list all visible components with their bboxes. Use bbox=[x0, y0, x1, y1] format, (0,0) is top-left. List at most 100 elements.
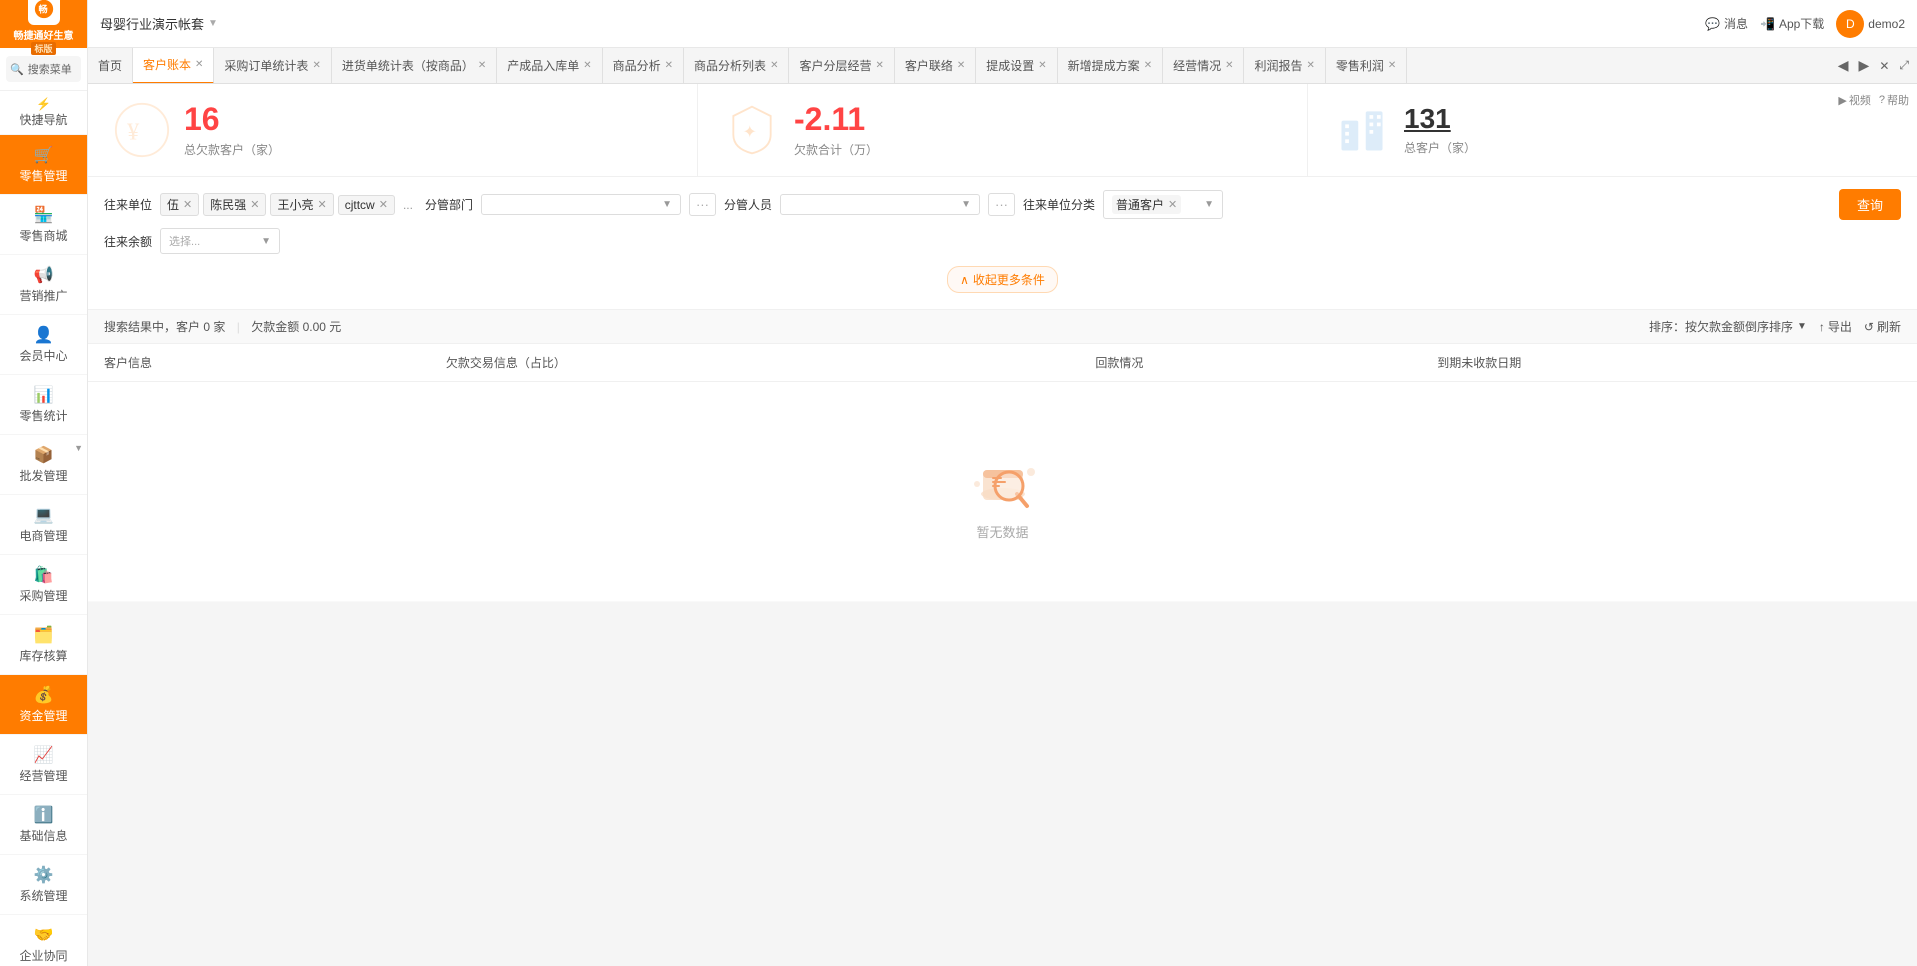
help-button[interactable]: ? 帮助 bbox=[1879, 92, 1909, 108]
tab-close-product-list[interactable]: ✕ bbox=[770, 60, 778, 71]
version-selector[interactable]: 母婴行业演示帐套 ▼ bbox=[100, 14, 218, 33]
topbar-left: 母婴行业演示帐套 ▼ bbox=[100, 14, 218, 33]
unit-tag-wang-close[interactable]: ✕ bbox=[318, 198, 327, 211]
tab-close-purchase-detail[interactable]: ✕ bbox=[478, 60, 486, 71]
topbar-right: 💬 消息 📲 App下载 D demo2 bbox=[1705, 10, 1905, 38]
tab-close-operations[interactable]: ✕ bbox=[1225, 60, 1233, 71]
unit-tag-wu-close[interactable]: ✕ bbox=[183, 198, 192, 211]
collapse-area: ∧ 收起更多条件 bbox=[104, 262, 1901, 297]
sidebar-item-member-center[interactable]: 👤 会员中心 bbox=[0, 315, 87, 375]
tab-customer-ledger[interactable]: 客户账本 ✕ bbox=[133, 48, 214, 84]
sort-select[interactable]: 排序：按欠款金额倒序排序 ▼ bbox=[1649, 318, 1807, 335]
unit-tag-cjttcw-close[interactable]: ✕ bbox=[379, 198, 388, 211]
version-label: 母婴行业演示帐套 bbox=[100, 14, 204, 33]
tab-prev-button[interactable]: ◀ bbox=[1834, 55, 1853, 76]
person-filter-select[interactable]: ▼ bbox=[780, 194, 980, 215]
unit-tag-wang[interactable]: 王小亮 ✕ bbox=[270, 193, 333, 216]
sidebar-item-inventory[interactable]: 🗂️ 库存核算 bbox=[0, 615, 87, 675]
stat-label-debt: 欠款合计（万） bbox=[794, 141, 878, 158]
system-icon: ⚙️ bbox=[34, 865, 54, 885]
search-menu-button[interactable]: 🔍 搜索菜单 bbox=[6, 56, 81, 82]
inventory-icon: 🗂️ bbox=[34, 625, 54, 645]
tab-home[interactable]: 首页 bbox=[88, 48, 133, 84]
tab-profit-report[interactable]: 利润报告 ✕ bbox=[1244, 48, 1325, 84]
sidebar-item-enterprise-collab[interactable]: 🤝 企业协同 bbox=[0, 915, 87, 966]
tab-close-add-commission[interactable]: ✕ bbox=[1144, 60, 1152, 71]
unit-tag-cjttcw[interactable]: cjttcw ✕ bbox=[338, 195, 395, 215]
col-header-customer-info: 客户信息 bbox=[88, 344, 430, 382]
tab-add-commission[interactable]: 新增提成方案 ✕ bbox=[1058, 48, 1163, 84]
tab-product-analysis[interactable]: 商品分析 ✕ bbox=[603, 48, 684, 84]
sidebar-item-retail-mall[interactable]: 🏪 零售商城 bbox=[0, 195, 87, 255]
query-button[interactable]: 查询 bbox=[1839, 189, 1901, 220]
tab-expand-button[interactable]: ⤢ bbox=[1895, 56, 1913, 75]
category-tag: 普通客户 ✕ bbox=[1112, 195, 1181, 214]
col-header-due-date: 到期未收款日期 bbox=[1421, 344, 1917, 382]
tab-customer-tier[interactable]: 客户分层经营 ✕ bbox=[789, 48, 894, 84]
tab-close-customer-contact[interactable]: ✕ bbox=[957, 60, 965, 71]
export-icon: ↑ bbox=[1819, 320, 1825, 334]
dept-filter-select[interactable]: ▼ bbox=[481, 194, 681, 215]
sidebar-item-marketing[interactable]: 📢 营销推广 bbox=[0, 255, 87, 315]
category-filter-select[interactable]: 普通客户 ✕ ▼ bbox=[1103, 190, 1223, 219]
results-bar: 搜索结果中，客户 0 家 | 欠款金额 0.00 元 排序：按欠款金额倒序排序 … bbox=[88, 310, 1917, 344]
export-button[interactable]: ↑ 导出 bbox=[1819, 318, 1852, 335]
category-tag-close[interactable]: ✕ bbox=[1168, 198, 1177, 211]
sidebar-item-operations[interactable]: 📈 经营管理 bbox=[0, 735, 87, 795]
sidebar-item-purchase[interactable]: 🛍️ 采购管理 bbox=[0, 555, 87, 615]
balance-filter-select[interactable]: 选择... ▼ bbox=[160, 228, 280, 254]
tab-next-button[interactable]: ▶ bbox=[1855, 55, 1874, 76]
app-download-button[interactable]: 📲 App下载 bbox=[1760, 15, 1824, 32]
filter-row-1: 往来单位 伍 ✕ 陈民强 ✕ 王小亮 ✕ bbox=[104, 189, 1901, 220]
tab-close-product-analysis[interactable]: ✕ bbox=[665, 60, 673, 71]
tab-close-retail-profit[interactable]: ✕ bbox=[1388, 60, 1396, 71]
unit-tag-chen[interactable]: 陈民强 ✕ bbox=[203, 193, 266, 216]
refresh-button[interactable]: ↺ 刷新 bbox=[1864, 318, 1901, 335]
results-actions: 排序：按欠款金额倒序排序 ▼ ↑ 导出 ↺ 刷新 bbox=[1649, 318, 1901, 335]
messages-button[interactable]: 💬 消息 bbox=[1705, 15, 1748, 32]
person-filter-more-btn[interactable]: ··· bbox=[988, 193, 1015, 216]
sidebar-item-finance[interactable]: 💰 资金管理 bbox=[0, 675, 87, 735]
sidebar-search-area[interactable]: 🔍 搜索菜单 bbox=[0, 48, 87, 91]
sidebar-item-system[interactable]: ⚙️ 系统管理 bbox=[0, 855, 87, 915]
app-download-icon: 📲 bbox=[1760, 17, 1775, 31]
tab-close-profit-report[interactable]: ✕ bbox=[1307, 60, 1315, 71]
tab-close-purchase-order[interactable]: ✕ bbox=[312, 60, 320, 71]
unit-filter-tags: 伍 ✕ 陈民强 ✕ 王小亮 ✕ cjttcw ✕ bbox=[160, 193, 417, 216]
retail-mgmt-icon: 🛒 bbox=[34, 145, 54, 165]
unit-tag-wu[interactable]: 伍 ✕ bbox=[160, 193, 199, 216]
tab-commission-settings[interactable]: 提成设置 ✕ bbox=[976, 48, 1057, 84]
sidebar-item-basic-info[interactable]: ℹ️ 基础信息 bbox=[0, 795, 87, 855]
tab-close-customer-ledger[interactable]: ✕ bbox=[195, 59, 203, 70]
tab-product-analysis-list[interactable]: 商品分析列表 ✕ bbox=[684, 48, 789, 84]
tab-close-commission-settings[interactable]: ✕ bbox=[1038, 60, 1046, 71]
tab-operations[interactable]: 经营情况 ✕ bbox=[1163, 48, 1244, 84]
video-help-button[interactable]: ▶ 视频 bbox=[1838, 92, 1870, 108]
quick-nav-item[interactable]: ⚡ 快捷导航 bbox=[0, 91, 87, 135]
sidebar-item-retail-mgmt[interactable]: 🛒 零售管理 bbox=[0, 135, 87, 195]
sidebar-item-retail-stats[interactable]: 📊 零售统计 bbox=[0, 375, 87, 435]
collapse-filter-button[interactable]: ∧ 收起更多条件 bbox=[947, 266, 1058, 293]
dept-filter-more-btn[interactable]: ··· bbox=[689, 193, 716, 216]
operations-icon: 📈 bbox=[34, 745, 54, 765]
sidebar-item-wholesale[interactable]: 📦 批发管理 ▼ bbox=[0, 435, 87, 495]
tab-customer-contact[interactable]: 客户联络 ✕ bbox=[895, 48, 976, 84]
tab-close-all-button[interactable]: ✕ bbox=[1875, 57, 1893, 75]
tab-purchase-detail-stats[interactable]: 进货单统计表（按商品） ✕ bbox=[332, 48, 497, 84]
tab-product-instock[interactable]: 产成品入库单 ✕ bbox=[497, 48, 602, 84]
tab-purchase-order-stats[interactable]: 采购订单统计表 ✕ bbox=[214, 48, 331, 84]
balance-placeholder: 选择... bbox=[169, 233, 200, 249]
yuan-stat-icon: ¥ bbox=[112, 100, 172, 160]
stat-help-area: ▶ 视频 ? 帮助 bbox=[1838, 92, 1909, 108]
filter-area: 往来单位 伍 ✕ 陈民强 ✕ 王小亮 ✕ bbox=[88, 177, 1917, 310]
user-avatar-area[interactable]: D demo2 bbox=[1836, 10, 1905, 38]
tab-retail-profit[interactable]: 零售利润 ✕ bbox=[1326, 48, 1407, 84]
unit-filter-more[interactable]: ... bbox=[399, 196, 417, 214]
sidebar-item-ecommerce[interactable]: 💻 电商管理 bbox=[0, 495, 87, 555]
tab-close-product-instock[interactable]: ✕ bbox=[583, 60, 591, 71]
wholesale-arrow-icon: ▼ bbox=[74, 443, 83, 453]
unit-tag-chen-close[interactable]: ✕ bbox=[250, 198, 259, 211]
marketing-icon: 📢 bbox=[34, 265, 54, 285]
help-icon: ? bbox=[1879, 94, 1885, 106]
tab-close-customer-tier[interactable]: ✕ bbox=[875, 60, 883, 71]
